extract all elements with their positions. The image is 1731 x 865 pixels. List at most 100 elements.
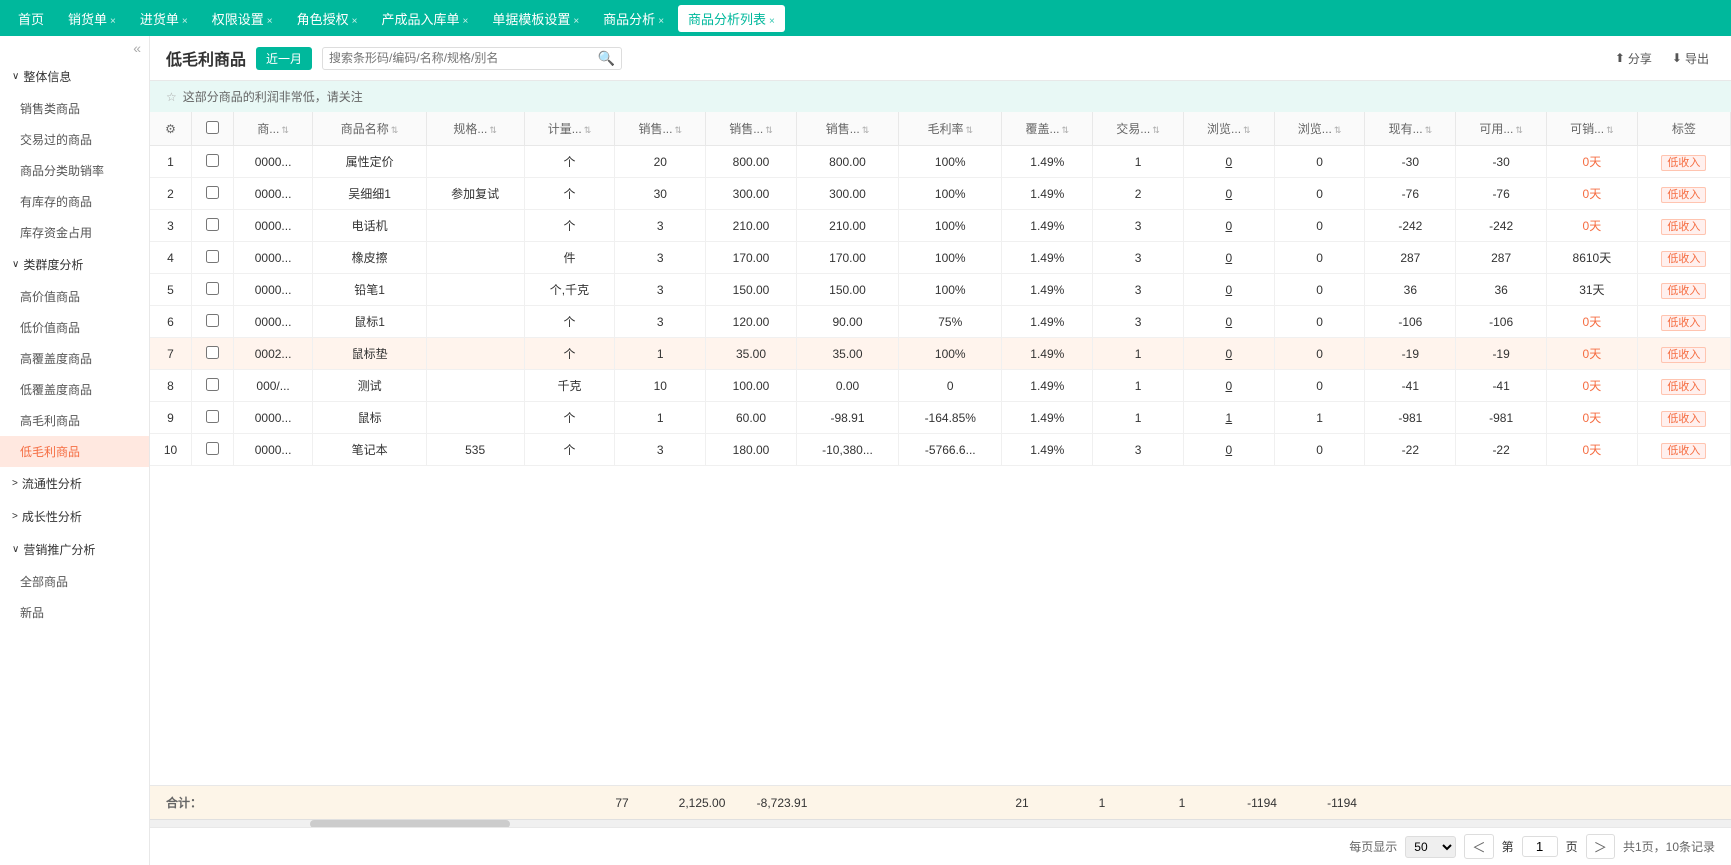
coverage: 1.49% [1002,306,1093,338]
product-spec [426,274,524,306]
sort-icon-sales_profit[interactable]: ⇅ [862,125,870,135]
col-header-name[interactable]: 商品名称⇅ [313,112,426,146]
col-header-trade_count[interactable]: 交易...⇅ [1093,112,1184,146]
row-checkbox[interactable] [206,186,219,199]
sort-icon-name[interactable]: ⇅ [391,125,399,135]
views-link[interactable]: 0 [1225,443,1232,457]
row-checkbox[interactable] [206,282,219,295]
row-checkbox[interactable] [206,346,219,359]
nav-item-销货单[interactable]: 销货单× [58,5,126,32]
views-link[interactable]: 0 [1225,379,1232,393]
sort-icon-sales_qty[interactable]: ⇅ [674,125,682,135]
sidebar-item-低价值商品[interactable]: 低价值商品 [0,312,149,343]
nav-close-icon[interactable]: × [573,16,579,27]
nav-close-icon[interactable]: × [352,16,358,27]
search-input[interactable] [329,51,598,65]
sort-icon-views1[interactable]: ⇅ [1243,125,1251,135]
next-page-button[interactable]: ＞ [1586,834,1615,859]
nav-close-icon[interactable]: × [769,16,775,27]
page-input[interactable] [1522,836,1558,857]
col-header-gross_rate[interactable]: 毛利率⇅ [899,112,1002,146]
col-header-views1[interactable]: 浏览...⇅ [1183,112,1274,146]
sidebar-item-低覆盖度商品[interactable]: 低覆盖度商品 [0,374,149,405]
date-filter-button[interactable]: 近一月 [256,47,312,70]
row-checkbox[interactable] [206,410,219,423]
sidebar-item-销售类商品[interactable]: 销售类商品 [0,93,149,124]
sidebar-item-高毛利商品[interactable]: 高毛利商品 [0,405,149,436]
column-settings-icon[interactable]: ⚙ [165,122,176,136]
scroll-bar[interactable] [150,819,1731,827]
sort-icon-views2[interactable]: ⇅ [1334,125,1342,135]
sort-icon-code[interactable]: ⇅ [281,125,289,135]
row-checkbox[interactable] [206,442,219,455]
col-header-sales_qty[interactable]: 销售...⇅ [615,112,706,146]
nav-close-icon[interactable]: × [267,16,273,27]
sidebar-group-流通性分析[interactable]: >流通性分析 [0,467,149,500]
sidebar-item-库存资金占用[interactable]: 库存资金占用 [0,217,149,248]
col-header-sales_profit[interactable]: 销售...⇅ [796,112,898,146]
views-link[interactable]: 0 [1225,155,1232,169]
nav-item-进货单[interactable]: 进货单× [130,5,198,32]
sort-icon-trade_count[interactable]: ⇅ [1152,125,1160,135]
row-checkbox[interactable] [206,154,219,167]
col-header-spec[interactable]: 规格...⇅ [426,112,524,146]
sidebar-group-营销推广分析[interactable]: ∨营销推广分析 [0,533,149,566]
row-checkbox[interactable] [206,218,219,231]
nav-item-单据模板设置[interactable]: 单据模板设置× [482,5,589,32]
gross-rate: -5766.6... [899,434,1002,466]
col-header-current_stock[interactable]: 现有...⇅ [1365,112,1456,146]
nav-item-权限设置[interactable]: 权限设置× [202,5,283,32]
page-size-select[interactable]: 50 100 200 [1405,836,1456,858]
col-header-sellable_days[interactable]: 可销...⇅ [1547,112,1638,146]
nav-close-icon[interactable]: × [110,16,116,27]
sidebar-item-商品分类助销率[interactable]: 商品分类助销率 [0,155,149,186]
sort-icon-coverage[interactable]: ⇅ [1062,125,1070,135]
col-header-sales_price[interactable]: 销售...⇅ [706,112,797,146]
row-checkbox[interactable] [206,250,219,263]
nav-item-商品分析列表[interactable]: 商品分析列表× [678,5,785,32]
sidebar-group-成长性分析[interactable]: >成长性分析 [0,500,149,533]
export-button[interactable]: ⬇ 导出 [1666,47,1715,70]
sidebar-item-交易过的商品[interactable]: 交易过的商品 [0,124,149,155]
sidebar-item-新品[interactable]: 新品 [0,597,149,628]
nav-close-icon[interactable]: × [658,16,664,27]
views-link[interactable]: 0 [1225,251,1232,265]
col-header-available_stock[interactable]: 可用...⇅ [1456,112,1547,146]
sidebar-group-整体信息[interactable]: ∨整体信息 [0,60,149,93]
nav-close-icon[interactable]: × [462,16,468,27]
views-link[interactable]: 1 [1225,411,1232,425]
sidebar-group-类群度分析[interactable]: ∨类群度分析 [0,248,149,281]
col-header-code[interactable]: 商...⇅ [233,112,313,146]
views-link[interactable]: 0 [1225,187,1232,201]
sidebar-item-低毛利商品[interactable]: 低毛利商品 [0,436,149,467]
nav-item-角色授权[interactable]: 角色授权× [287,5,368,32]
nav-item-商品分析[interactable]: 商品分析× [593,5,674,32]
sidebar-collapse-btn[interactable]: « [0,36,149,60]
row-checkbox[interactable] [206,378,219,391]
sort-icon-spec[interactable]: ⇅ [489,125,497,135]
sort-icon-gross_rate[interactable]: ⇅ [965,125,973,135]
sort-icon-current_stock[interactable]: ⇅ [1425,125,1433,135]
sidebar-item-有库存的商品[interactable]: 有库存的商品 [0,186,149,217]
views-link[interactable]: 0 [1225,219,1232,233]
nav-item-产成品入库单[interactable]: 产成品入库单× [371,5,478,32]
prev-page-button[interactable]: ＜ [1464,834,1493,859]
sort-icon-unit[interactable]: ⇅ [584,125,592,135]
select-all-checkbox[interactable] [206,121,219,134]
views-link[interactable]: 0 [1225,315,1232,329]
views-link[interactable]: 0 [1225,283,1232,297]
sort-icon-sellable_days[interactable]: ⇅ [1606,125,1614,135]
views-link[interactable]: 0 [1225,347,1232,361]
nav-close-icon[interactable]: × [182,16,188,27]
sort-icon-sales_price[interactable]: ⇅ [765,125,773,135]
col-header-views2[interactable]: 浏览...⇅ [1274,112,1365,146]
col-header-unit[interactable]: 计量...⇅ [524,112,615,146]
sidebar-item-高覆盖度商品[interactable]: 高覆盖度商品 [0,343,149,374]
sidebar-item-高价值商品[interactable]: 高价值商品 [0,281,149,312]
share-button[interactable]: ⬆ 分享 [1609,47,1658,70]
sort-icon-available_stock[interactable]: ⇅ [1515,125,1523,135]
nav-item-首页[interactable]: 首页 [8,5,54,32]
sidebar-item-全部商品[interactable]: 全部商品 [0,566,149,597]
col-header-coverage[interactable]: 覆盖...⇅ [1002,112,1093,146]
row-checkbox[interactable] [206,314,219,327]
